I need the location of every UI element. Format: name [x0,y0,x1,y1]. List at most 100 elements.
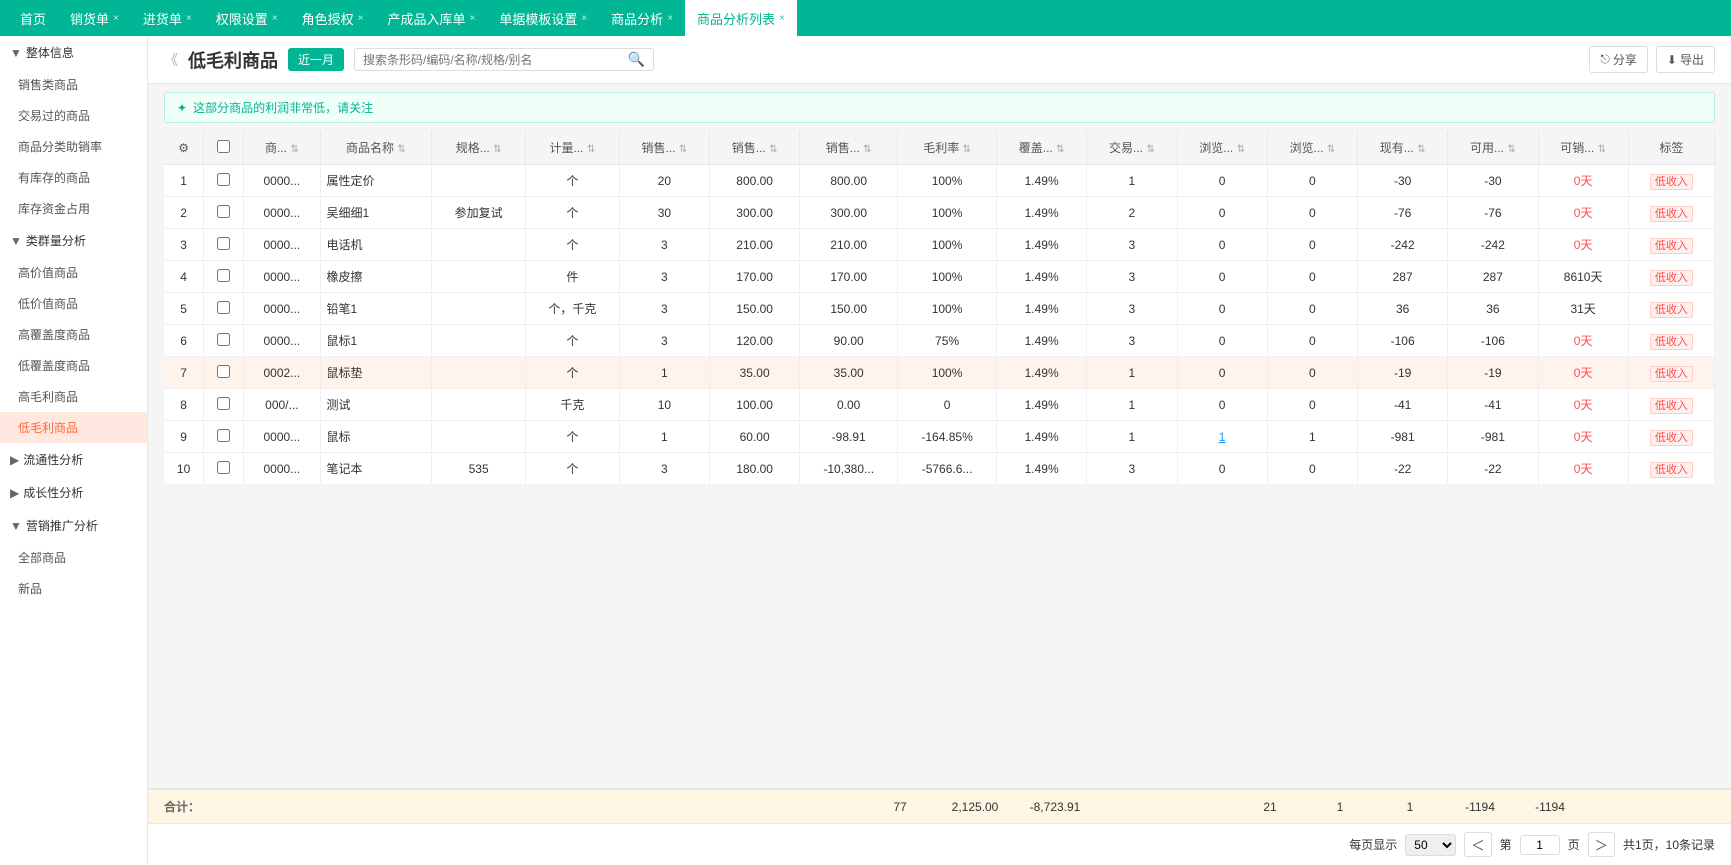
row-check[interactable] [217,205,230,218]
page-number-input[interactable] [1520,835,1560,855]
row-check[interactable] [217,173,230,186]
row-check[interactable] [217,269,230,282]
sidebar-group-marketing[interactable]: ▼ 营销推广分析 [0,509,147,542]
close-icon[interactable]: × [469,13,475,24]
row-checkbox[interactable] [204,453,244,485]
row-gross-margin: -164.85% [898,421,997,453]
nav-product-analysis-list[interactable]: 商品分析列表 × [685,0,797,36]
close-icon[interactable]: × [358,13,364,24]
period-button[interactable]: 近一月 [288,48,344,71]
nav-template-settings[interactable]: 单据模板设置 × [487,0,599,36]
top-nav: 首页 销货单 × 进货单 × 权限设置 × 角色授权 × 产成品入库单 × 单据… [0,0,1731,36]
per-page-select[interactable]: 50 100 200 [1405,834,1456,856]
row-name[interactable]: 属性定价 [320,165,432,197]
close-icon[interactable]: × [667,13,673,24]
export-button[interactable]: ⬇ 导出 [1656,46,1715,73]
row-check[interactable] [217,397,230,410]
row-name[interactable]: 铅笔1 [320,293,432,325]
row-name[interactable]: 鼠标垫 [320,357,432,389]
col-available[interactable]: 可用... ⇅ [1448,131,1538,165]
row-checkbox[interactable] [204,261,244,293]
col-coverage[interactable]: 覆盖... ⇅ [997,131,1087,165]
row-check[interactable] [217,461,230,474]
nav-roles[interactable]: 角色授权 × [290,0,376,36]
row-checkbox[interactable] [204,229,244,261]
sidebar-item-low-value[interactable]: 低价值商品 [0,288,147,319]
row-name[interactable]: 测试 [320,389,432,421]
row-checkbox[interactable] [204,357,244,389]
sidebar-item-stock-funds[interactable]: 库存资金占用 [0,193,147,224]
col-name[interactable]: 商品名称 ⇅ [320,131,432,165]
nav-purchase[interactable]: 进货单 × [131,0,204,36]
close-icon[interactable]: × [113,13,119,24]
row-name[interactable]: 橡皮擦 [320,261,432,293]
sidebar-item-in-stock[interactable]: 有库存的商品 [0,162,147,193]
row-name[interactable]: 吴细细1 [320,197,432,229]
col-sellable[interactable]: 可销... ⇅ [1538,131,1628,165]
sidebar-group-circulation[interactable]: ▶ 流通性分析 [0,443,147,476]
col-browse1[interactable]: 浏览... ⇅ [1177,131,1267,165]
col-gross-margin[interactable]: 毛利率 ⇅ [898,131,997,165]
nav-home[interactable]: 首页 [8,0,58,36]
row-check[interactable] [217,301,230,314]
prev-page-button[interactable]: ＜ [1464,832,1491,857]
row-browse1[interactable]: 1 [1177,421,1267,453]
row-checkbox[interactable] [204,197,244,229]
col-sales-price[interactable]: 销售... ⇅ [710,131,800,165]
sidebar-group-growth[interactable]: ▶ 成长性分析 [0,476,147,509]
sidebar-item-all-goods[interactable]: 全部商品 [0,542,147,573]
search-input[interactable] [363,53,628,67]
col-checkbox[interactable] [204,131,244,165]
collapse-sidebar-button[interactable]: 《 [164,50,178,70]
close-icon[interactable]: × [272,13,278,24]
sidebar-item-low-coverage[interactable]: 低覆盖度商品 [0,350,147,381]
col-browse2[interactable]: 浏览... ⇅ [1267,131,1357,165]
row-check[interactable] [217,237,230,250]
sidebar-item-high-margin[interactable]: 高毛利商品 [0,381,147,412]
row-name[interactable]: 鼠标1 [320,325,432,357]
col-code[interactable]: 商... ⇅ [244,131,320,165]
row-name[interactable]: 电话机 [320,229,432,261]
row-checkbox[interactable] [204,325,244,357]
row-check[interactable] [217,365,230,378]
col-transaction[interactable]: 交易... ⇅ [1087,131,1177,165]
col-settings[interactable]: ⚙ [164,131,204,165]
row-checkbox[interactable] [204,421,244,453]
col-spec[interactable]: 规格... ⇅ [432,131,526,165]
row-name[interactable]: 笔记本 [320,453,432,485]
sidebar-item-new-goods[interactable]: 新品 [0,573,147,604]
row-num: 7 [164,357,204,389]
row-check[interactable] [217,333,230,346]
sidebar-group-overview[interactable]: ▼ 整体信息 [0,36,147,69]
row-spec: 参加复试 [432,197,526,229]
row-checkbox[interactable] [204,293,244,325]
row-checkbox[interactable] [204,389,244,421]
col-unit[interactable]: 计量... ⇅ [526,131,620,165]
next-page-button[interactable]: ＞ [1588,832,1615,857]
close-icon[interactable]: × [186,13,192,24]
nav-product-entry[interactable]: 产成品入库单 × [375,0,487,36]
sidebar-item-high-value[interactable]: 高价值商品 [0,257,147,288]
row-sales-price: 300.00 [710,197,800,229]
nav-sales[interactable]: 销货单 × [58,0,131,36]
col-sales-qty[interactable]: 销售... ⇅ [619,131,709,165]
row-checkbox[interactable] [204,165,244,197]
col-current[interactable]: 现有... ⇅ [1358,131,1448,165]
col-sales-amount[interactable]: 销售... ⇅ [800,131,898,165]
row-name[interactable]: 鼠标 [320,421,432,453]
nav-product-analysis[interactable]: 商品分析 × [599,0,685,36]
close-icon[interactable]: × [779,13,785,24]
select-all-checkbox[interactable] [217,140,230,153]
sidebar-item-low-margin[interactable]: 低毛利商品 [0,412,147,443]
sidebar-item-category-rate[interactable]: 商品分类助销率 [0,131,147,162]
search-icon[interactable]: 🔍 [628,51,645,68]
nav-permissions[interactable]: 权限设置 × [204,0,290,36]
sidebar-item-traded-goods[interactable]: 交易过的商品 [0,100,147,131]
share-button[interactable]: ⎋ 分享 [1589,46,1648,73]
close-icon[interactable]: × [581,13,587,24]
sidebar-group-cluster[interactable]: ▼ 类群量分析 [0,224,147,257]
sidebar-item-sales-goods[interactable]: 销售类商品 [0,69,147,100]
row-check[interactable] [217,429,230,442]
sidebar-item-high-coverage[interactable]: 高覆盖度商品 [0,319,147,350]
col-tag[interactable]: 标签 [1628,131,1714,165]
